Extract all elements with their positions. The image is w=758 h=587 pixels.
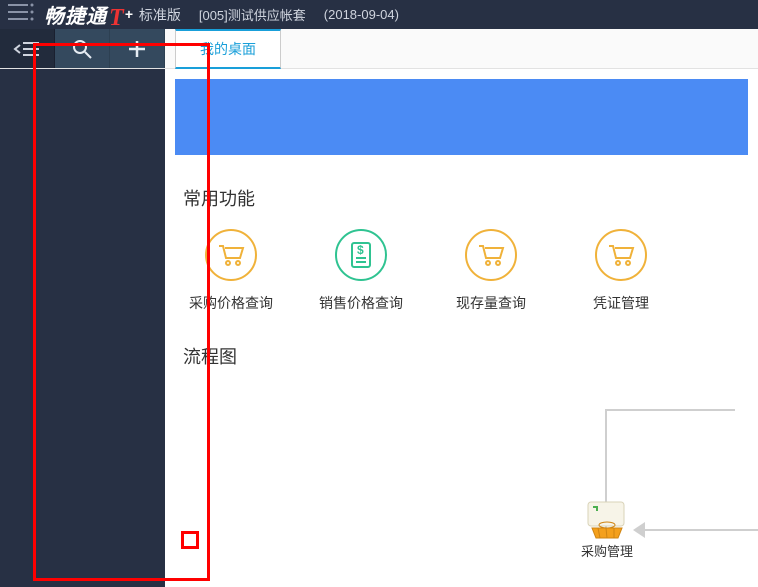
func-stock-query[interactable]: 现存量查询 [443, 229, 539, 313]
section-flowchart: 流程图 [183, 343, 758, 369]
tab-my-desktop[interactable]: 我的桌面 [175, 29, 281, 69]
content-area: 常用功能 采购价格查询 $ [165, 69, 758, 587]
brand-text-plus: + [125, 7, 133, 21]
banner [175, 79, 748, 155]
tab-label: 我的桌面 [200, 39, 256, 59]
flow-arrow-left [633, 522, 645, 538]
svg-text:$: $ [357, 243, 364, 257]
flow-connector [643, 529, 758, 531]
sidebar-collapse-icon[interactable] [0, 29, 55, 68]
brand-text-t: T [109, 7, 124, 29]
sidebar [0, 69, 165, 587]
tab-bar: 我的桌面 [165, 29, 758, 68]
func-purchase-price-query[interactable]: 采购价格查询 [183, 229, 279, 313]
cart-icon [465, 229, 517, 281]
func-label: 现存量查询 [456, 293, 526, 313]
flow-node-purchase[interactable]: 采购管理 [581, 497, 633, 560]
common-functions-row: 采购价格查询 $ 销售价格查询 [183, 229, 758, 313]
add-button[interactable] [110, 29, 165, 68]
flow-area: 采购管理 生产管理 [165, 389, 758, 587]
basket-icon [583, 497, 631, 541]
brand-text-cn: 畅捷通 [44, 0, 107, 29]
date-label: (2018-09-04) [324, 7, 399, 22]
func-voucher-management[interactable]: 凭证管理 [573, 229, 669, 313]
section-common-functions: 常用功能 [183, 185, 758, 211]
flow-node-label: 采购管理 [581, 541, 633, 560]
func-label: 凭证管理 [593, 293, 649, 313]
cart-icon [205, 229, 257, 281]
menu-icon[interactable] [6, 2, 34, 27]
search-button[interactable] [55, 29, 110, 68]
edition-label: 标准版 [139, 5, 181, 25]
price-sheet-icon: $ [335, 229, 387, 281]
func-label: 销售价格查询 [319, 293, 403, 313]
func-label: 采购价格查询 [189, 293, 273, 313]
brand-logo: 畅捷通 T + [44, 0, 133, 29]
account-label: [005]测试供应帐套 [199, 5, 306, 24]
func-sales-price-query[interactable]: $ 销售价格查询 [313, 229, 409, 313]
cart-icon [595, 229, 647, 281]
flow-connector [605, 409, 735, 411]
